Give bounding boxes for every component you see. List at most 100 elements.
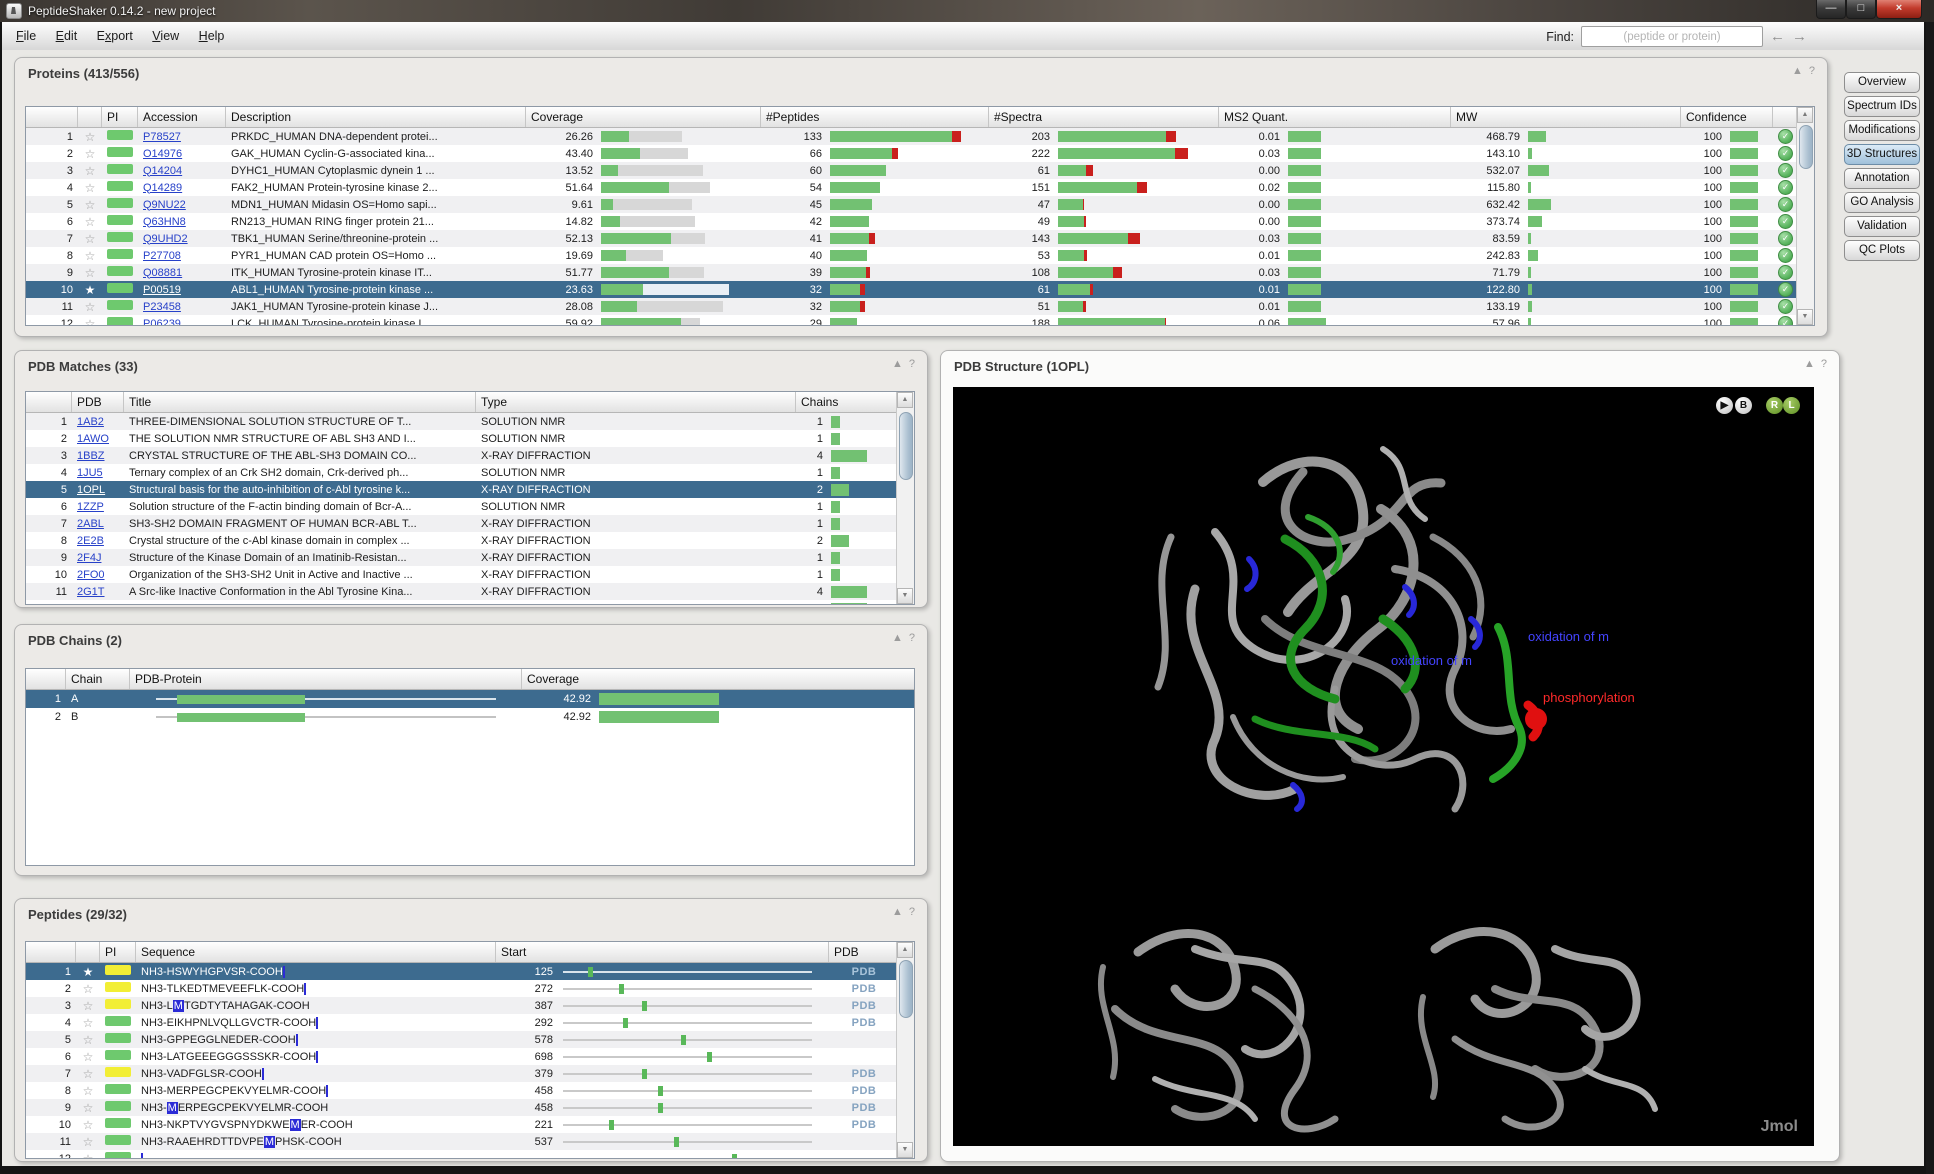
star-icon[interactable] bbox=[83, 249, 97, 263]
peptide-row[interactable]: 6 NH3-LATGEEEGGGSSSKR-COOH 698 PDB bbox=[26, 1048, 897, 1065]
col-header-spectra[interactable]: #Spectra bbox=[989, 107, 1219, 127]
export-panel-icon[interactable]: ▲ bbox=[1804, 358, 1815, 370]
col-header-index[interactable] bbox=[26, 392, 72, 412]
jmol-control-button[interactable]: R bbox=[1766, 397, 1783, 414]
col-header-chains[interactable]: Chains bbox=[796, 392, 896, 412]
pdb-match-row[interactable] bbox=[26, 600, 897, 604]
pdb-match-row[interactable]: 2 1AWO THE SOLUTION NMR STRUCTURE OF ABL… bbox=[26, 430, 897, 447]
star-icon[interactable] bbox=[83, 181, 97, 195]
menu-item[interactable]: View bbox=[144, 29, 187, 43]
star-icon[interactable] bbox=[81, 999, 95, 1013]
pdb-accession-link[interactable]: 2FO0 bbox=[77, 569, 105, 581]
pdb-matches-scrollbar[interactable]: ▲ ▼ bbox=[896, 392, 914, 604]
close-button[interactable]: × bbox=[1876, 0, 1922, 19]
scroll-up-icon[interactable]: ▲ bbox=[897, 942, 913, 958]
accession-link[interactable]: P00519 bbox=[143, 284, 181, 296]
col-header-index[interactable] bbox=[26, 942, 76, 962]
peptides-scrollbar[interactable]: ▲ ▼ bbox=[896, 942, 914, 1158]
scroll-thumb[interactable] bbox=[1799, 125, 1813, 169]
pdb-link[interactable]: PDB bbox=[852, 1068, 877, 1080]
view-tab[interactable]: Modifications bbox=[1844, 120, 1920, 141]
protein-row[interactable]: 8 P27708 PYR1_HUMAN CAD protein OS=Homo … bbox=[26, 247, 1797, 264]
proteins-scrollbar[interactable]: ▲ ▼ bbox=[1796, 107, 1814, 325]
star-icon[interactable] bbox=[81, 1101, 95, 1115]
menu-item[interactable]: Export bbox=[89, 29, 141, 43]
pdb-match-row[interactable]: 8 2E2B Crystal structure of the c-Abl ki… bbox=[26, 532, 897, 549]
star-icon[interactable] bbox=[83, 164, 97, 178]
peptide-row[interactable]: 1 NH3-HSWYHGPVSR-COOH 125 PDB bbox=[26, 963, 897, 980]
pdb-accession-link[interactable]: 2F4J bbox=[77, 552, 101, 564]
col-header-star[interactable] bbox=[78, 107, 102, 127]
col-header-ms2-quant[interactable]: MS2 Quant. bbox=[1219, 107, 1451, 127]
protein-row[interactable]: 10 P00519 ABL1_HUMAN Tyrosine-protein ki… bbox=[26, 281, 1797, 298]
accession-link[interactable]: Q9UHD2 bbox=[143, 233, 188, 245]
protein-row[interactable]: 4 Q14289 FAK2_HUMAN Protein-tyrosine kin… bbox=[26, 179, 1797, 196]
scroll-thumb[interactable] bbox=[899, 960, 913, 1018]
peptide-row[interactable]: 11 NH3-RAAEHRDTTDVPEMPHSK-COOH 537 PDB bbox=[26, 1133, 897, 1150]
col-header-pdb-protein[interactable]: PDB-Protein bbox=[130, 669, 522, 689]
star-icon[interactable] bbox=[81, 1033, 95, 1047]
col-header-coverage[interactable]: Coverage bbox=[522, 669, 908, 689]
protein-row[interactable]: 9 Q08881 ITK_HUMAN Tyrosine-protein kina… bbox=[26, 264, 1797, 281]
export-panel-icon[interactable]: ▲ bbox=[1792, 65, 1803, 77]
pdb-accession-link[interactable]: 2E2B bbox=[77, 535, 104, 547]
pdb-match-row[interactable]: 5 1OPL Structural basis for the auto-inh… bbox=[26, 481, 897, 498]
star-icon[interactable] bbox=[83, 198, 97, 212]
scroll-down-icon[interactable]: ▼ bbox=[897, 1142, 913, 1158]
view-tab[interactable]: Spectrum IDs bbox=[1844, 96, 1920, 117]
col-header-star[interactable] bbox=[76, 942, 100, 962]
peptide-row[interactable]: 12 PDB bbox=[26, 1150, 897, 1158]
help-icon[interactable]: ? bbox=[909, 358, 915, 370]
jmol-control-button[interactable]: ▶ bbox=[1716, 397, 1733, 414]
star-icon[interactable] bbox=[83, 130, 97, 144]
maximize-button[interactable]: □ bbox=[1846, 0, 1876, 19]
star-icon[interactable] bbox=[81, 965, 95, 979]
view-tab[interactable]: QC Plots bbox=[1844, 240, 1920, 261]
accession-link[interactable]: P27708 bbox=[143, 250, 181, 262]
scroll-thumb[interactable] bbox=[899, 412, 913, 480]
peptide-row[interactable]: 3 NH3-LMTGDTYTAHAGAK-COOH 387 PDB bbox=[26, 997, 897, 1014]
find-input[interactable] bbox=[1581, 26, 1763, 47]
pdb-match-row[interactable]: 9 2F4J Structure of the Kinase Domain of… bbox=[26, 549, 897, 566]
view-tab[interactable]: Overview bbox=[1844, 72, 1920, 93]
protein-row[interactable]: 12 P06239 LCK_HUMAN Tyrosine-protein kin… bbox=[26, 315, 1797, 326]
pdb-link[interactable]: PDB bbox=[852, 1102, 877, 1114]
pdb-accession-link[interactable]: 1JU5 bbox=[77, 467, 103, 479]
pdb-accession-link[interactable]: 1BBZ bbox=[77, 450, 105, 462]
export-panel-icon[interactable]: ▲ bbox=[892, 906, 903, 918]
export-panel-icon[interactable]: ▲ bbox=[892, 358, 903, 370]
title-bar[interactable]: PeptideShaker 0.14.2 - new project — □ × bbox=[0, 0, 1934, 22]
col-header-accession[interactable]: Accession bbox=[138, 107, 226, 127]
menu-item[interactable]: Edit bbox=[48, 29, 86, 43]
accession-link[interactable]: Q14289 bbox=[143, 182, 182, 194]
protein-row[interactable]: 6 Q63HN8 RN213_HUMAN RING finger protein… bbox=[26, 213, 1797, 230]
col-header-coverage[interactable]: Coverage bbox=[526, 107, 761, 127]
view-tab[interactable]: 3D Structures bbox=[1844, 144, 1920, 165]
col-header-chain[interactable]: Chain bbox=[66, 669, 130, 689]
accession-link[interactable]: O14976 bbox=[143, 148, 182, 160]
view-tab[interactable]: Annotation bbox=[1844, 168, 1920, 189]
peptide-row[interactable]: 8 NH3-MERPEGCPEKVYELMR-COOH 458 PDB bbox=[26, 1082, 897, 1099]
pdb-link[interactable]: PDB bbox=[852, 1000, 877, 1012]
pdb-chain-row[interactable]: 1 A 42.92 bbox=[26, 690, 914, 708]
minimize-button[interactable]: — bbox=[1816, 0, 1846, 19]
star-icon[interactable] bbox=[83, 317, 97, 326]
pdb-link[interactable]: PDB bbox=[852, 1085, 877, 1097]
find-previous-icon[interactable]: ← bbox=[1770, 28, 1785, 45]
pdb-link[interactable]: PDB bbox=[852, 966, 877, 978]
col-header-description[interactable]: Description bbox=[226, 107, 526, 127]
jmol-control-button[interactable]: L bbox=[1783, 397, 1800, 414]
jmol-3d-viewer[interactable]: oxidation of m oxidation of m phosphoryl… bbox=[953, 387, 1814, 1146]
star-icon[interactable] bbox=[83, 232, 97, 246]
star-icon[interactable] bbox=[81, 982, 95, 996]
col-header-pdb[interactable]: PDB bbox=[72, 392, 124, 412]
accession-link[interactable]: Q9NU22 bbox=[143, 199, 186, 211]
pdb-match-row[interactable]: 4 1JU5 Ternary complex of an Crk SH2 dom… bbox=[26, 464, 897, 481]
help-icon[interactable]: ? bbox=[909, 906, 915, 918]
col-header-pi[interactable]: PI bbox=[102, 107, 138, 127]
accession-link[interactable]: P78527 bbox=[143, 131, 181, 143]
pdb-match-row[interactable]: 11 2G1T A Src-like Inactive Conformation… bbox=[26, 583, 897, 600]
accession-link[interactable]: Q63HN8 bbox=[143, 216, 186, 228]
pdb-match-row[interactable]: 3 1BBZ CRYSTAL STRUCTURE OF THE ABL-SH3 … bbox=[26, 447, 897, 464]
star-icon[interactable] bbox=[83, 300, 97, 314]
